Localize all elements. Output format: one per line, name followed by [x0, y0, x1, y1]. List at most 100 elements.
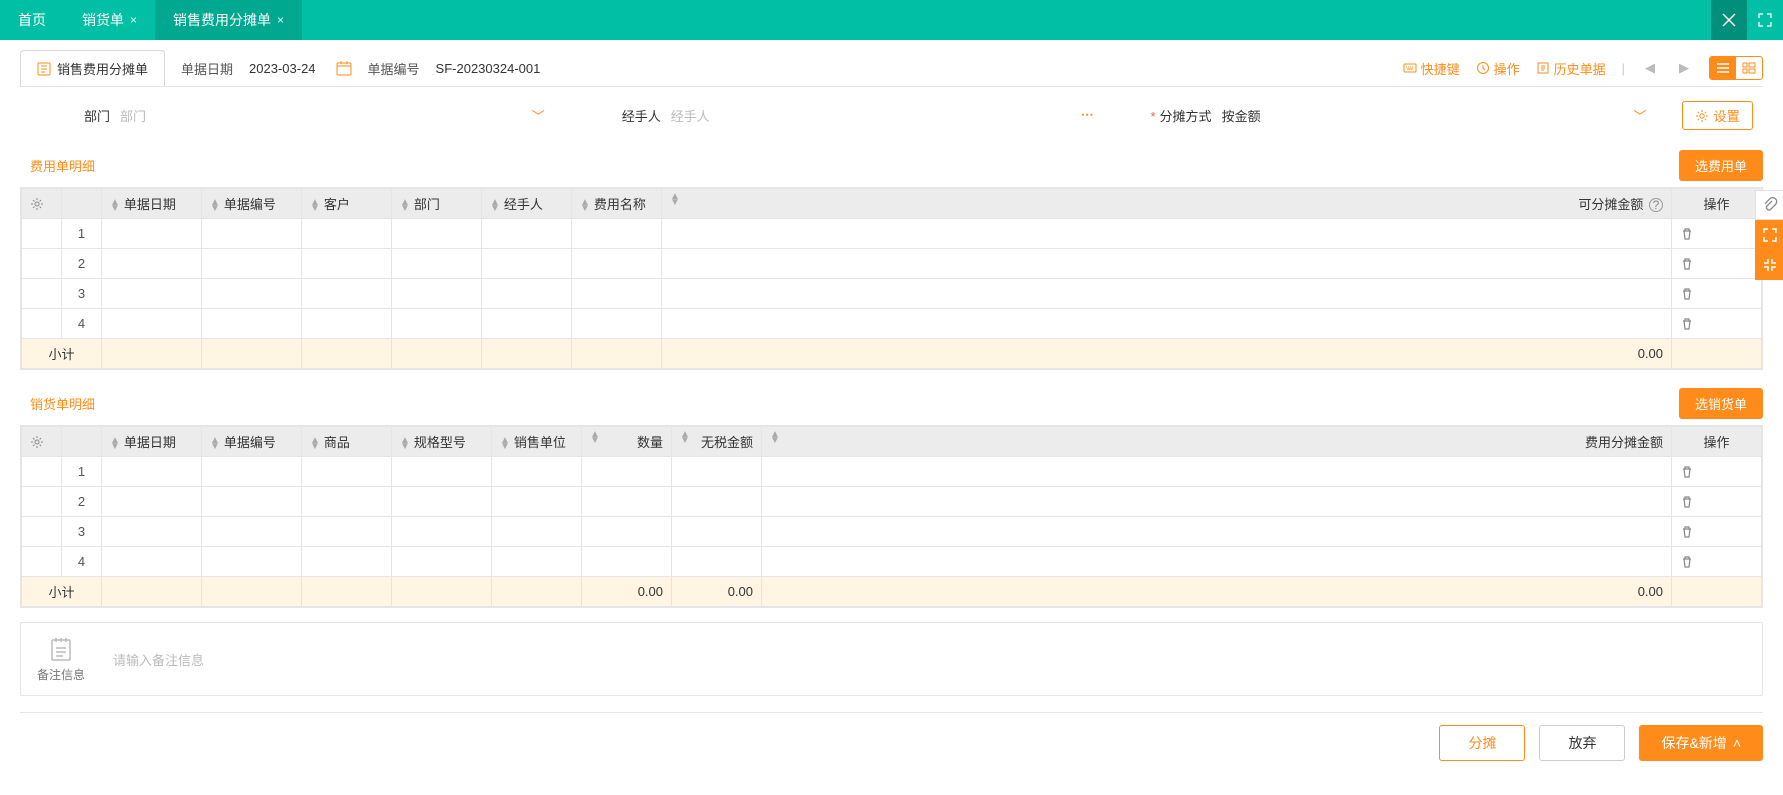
row-number: 2	[62, 487, 102, 517]
hotkey-label: 快捷键	[1421, 59, 1460, 78]
table-row[interactable]: 4	[22, 547, 1762, 577]
handler-placeholder: 经手人	[671, 106, 710, 125]
tab-label: 首页	[18, 10, 46, 30]
note-icon	[49, 636, 73, 662]
row-number: 3	[62, 279, 102, 309]
table-row[interactable]: 1	[22, 219, 1762, 249]
col-alloc-amount[interactable]: ▲▼可分摊金额 ?	[662, 189, 1672, 219]
remark-input[interactable]: 请输入备注信息	[101, 623, 1762, 695]
select-fee-doc-button[interactable]: 选费用单	[1679, 150, 1763, 181]
settings-button[interactable]: 设置	[1682, 101, 1753, 130]
discard-button[interactable]: 放弃	[1539, 725, 1625, 761]
delete-row-button[interactable]	[1680, 495, 1753, 509]
delete-row-button[interactable]	[1680, 287, 1753, 301]
subtotal-value: 0.00	[662, 339, 1672, 369]
table-row[interactable]: 4	[22, 309, 1762, 339]
table-settings-header[interactable]	[22, 427, 62, 457]
col-spec[interactable]: ▲▼规格型号	[392, 427, 492, 457]
rownum-header	[62, 427, 102, 457]
delete-row-button[interactable]	[1680, 465, 1753, 479]
allocate-button[interactable]: 分摊	[1439, 725, 1525, 761]
col-product[interactable]: ▲▼商品	[302, 427, 392, 457]
row-number: 3	[62, 517, 102, 547]
col-date[interactable]: ▲▼单据日期	[102, 427, 202, 457]
sales-detail-title: 销货单明细	[30, 394, 95, 413]
col-dept[interactable]: ▲▼部门	[392, 189, 482, 219]
col-amount[interactable]: ▲▼无税金额	[672, 427, 762, 457]
select-sales-doc-button[interactable]: 选销货单	[1679, 388, 1763, 419]
save-and-new-button[interactable]: 保存&新增 ˄	[1639, 725, 1763, 761]
delete-row-button[interactable]	[1680, 317, 1753, 331]
table-row[interactable]: 2	[22, 249, 1762, 279]
tab-home[interactable]: 首页	[0, 0, 64, 40]
delete-row-button[interactable]	[1680, 525, 1753, 539]
row-number: 2	[62, 249, 102, 279]
handler-select[interactable]: 经手人 ⋯	[671, 102, 1102, 130]
col-operation: 操作	[1672, 189, 1762, 219]
table-row[interactable]: 2	[22, 487, 1762, 517]
date-value[interactable]: 2023-03-24	[249, 61, 316, 76]
allocation-method-select[interactable]: 按金额 ﹀	[1222, 102, 1653, 130]
subtotal-fee: 0.00	[762, 577, 1672, 607]
close-icon[interactable]: ×	[277, 13, 284, 27]
col-fee-alloc[interactable]: ▲▼费用分摊金额	[762, 427, 1672, 457]
help-icon[interactable]: ?	[1649, 198, 1663, 212]
close-icon[interactable]: ×	[130, 13, 137, 27]
more-icon: ⋯	[1081, 107, 1096, 123]
rownum-header	[62, 189, 102, 219]
prev-doc-button[interactable]: ◀	[1641, 60, 1659, 76]
operate-button[interactable]: 操作	[1476, 59, 1520, 78]
row-number: 1	[62, 457, 102, 487]
col-customer[interactable]: ▲▼客户	[302, 189, 392, 219]
sort-icon: ▲▼	[110, 438, 120, 450]
document-type-tab[interactable]: 销售费用分摊单	[20, 50, 165, 86]
delete-row-button[interactable]	[1680, 555, 1753, 569]
col-docno[interactable]: ▲▼单据编号	[202, 189, 302, 219]
tab-sales-order[interactable]: 销货单 ×	[64, 0, 155, 40]
save-new-label: 保存&新增	[1661, 733, 1726, 753]
view-grid-button[interactable]	[1736, 57, 1762, 79]
tab-sales-fee-alloc[interactable]: 销售费用分摊单 ×	[155, 0, 302, 40]
row-number: 4	[62, 547, 102, 577]
gear-icon	[1695, 109, 1709, 123]
sort-icon: ▲▼	[400, 200, 410, 212]
col-docno[interactable]: ▲▼单据编号	[202, 427, 302, 457]
history-button[interactable]: 历史单据	[1536, 59, 1606, 78]
hotkey-button[interactable]: 快捷键	[1403, 59, 1460, 78]
table-row[interactable]: 3	[22, 517, 1762, 547]
delete-row-button[interactable]	[1680, 257, 1753, 271]
handler-field: 经手人 经手人 ⋯	[581, 101, 1102, 130]
department-select[interactable]: 部门 ﹀	[120, 102, 551, 130]
col-handler[interactable]: ▲▼经手人	[482, 189, 572, 219]
col-date[interactable]: ▲▼单据日期	[102, 189, 202, 219]
fullscreen-button[interactable]	[1747, 0, 1783, 40]
view-list-button[interactable]	[1710, 57, 1736, 79]
calendar-icon[interactable]	[336, 60, 352, 76]
col-feename[interactable]: ▲▼费用名称	[572, 189, 662, 219]
department-field: 部门 部门 ﹀	[30, 101, 551, 130]
allocation-value: 按金额	[1222, 106, 1261, 125]
col-unit[interactable]: ▲▼销售单位	[492, 427, 582, 457]
department-label: 部门	[30, 106, 120, 125]
sales-detail-table: ▲▼单据日期 ▲▼单据编号 ▲▼商品 ▲▼规格型号 ▲▼销售单位 ▲▼数量 ▲▼…	[20, 425, 1763, 608]
expand-button[interactable]	[1755, 220, 1783, 250]
sales-detail-section-header: 销货单明细 选销货单	[30, 388, 1763, 419]
view-toggle	[1709, 56, 1763, 80]
document-type-label: 销售费用分摊单	[57, 59, 148, 78]
table-row[interactable]: 1	[22, 457, 1762, 487]
collapse-button[interactable]	[1755, 250, 1783, 280]
close-all-button[interactable]	[1711, 0, 1747, 40]
subtotal-row: 小计 0.00 0.00 0.00	[22, 577, 1762, 607]
table-settings-header[interactable]	[22, 189, 62, 219]
fee-detail-section-header: 费用单明细 选费用单	[30, 150, 1763, 181]
sort-icon: ▲▼	[770, 432, 780, 444]
next-doc-button[interactable]: ▶	[1675, 60, 1693, 76]
history-label: 历史单据	[1554, 59, 1606, 78]
tabs-right-controls	[1711, 0, 1783, 40]
attachment-button[interactable]	[1755, 190, 1783, 220]
table-row[interactable]: 3	[22, 279, 1762, 309]
fee-detail-table: ▲▼单据日期 ▲▼单据编号 ▲▼客户 ▲▼部门 ▲▼经手人 ▲▼费用名称 ▲▼可…	[20, 187, 1763, 370]
sort-icon: ▲▼	[210, 200, 220, 212]
delete-row-button[interactable]	[1680, 227, 1753, 241]
col-qty[interactable]: ▲▼数量	[582, 427, 672, 457]
